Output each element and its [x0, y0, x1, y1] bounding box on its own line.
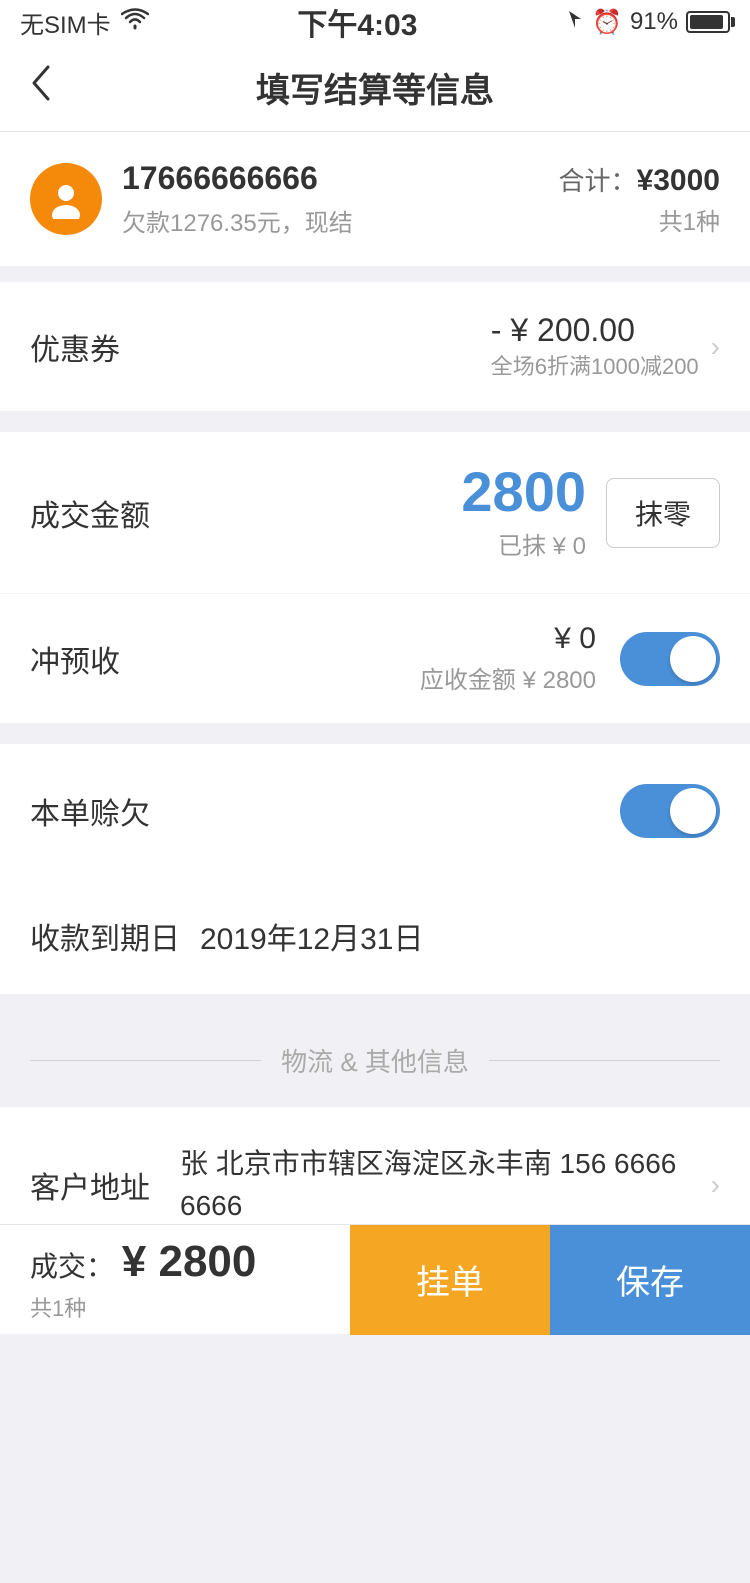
customer-left: 17666666666 欠款1276.35元，现结 — [30, 160, 353, 238]
address-value: 张 北京市市辖区海淀区永丰南 156 6666 6666 — [180, 1143, 711, 1227]
customer-debt: 欠款1276.35元，现结 — [122, 203, 353, 238]
footer-deal-label: 成交： ¥ 2800 — [30, 1237, 320, 1287]
coupon-row[interactable]: 优惠券 - ¥ 200.00 全场6折满1000减200 › — [0, 282, 750, 412]
battery-fill — [690, 15, 723, 29]
coupon-label: 优惠券 — [30, 325, 120, 369]
deal-amount-label: 成交金额 — [30, 491, 150, 535]
prepayment-amount-block: ¥ 0 应收金额 ¥ 2800 — [420, 622, 596, 695]
credit-order-toggle[interactable] — [620, 784, 720, 838]
prepayment-row: 冲预收 ¥ 0 应收金额 ¥ 2800 — [0, 594, 750, 723]
prepayment-amount: ¥ 0 — [420, 622, 596, 656]
customer-phone: 17666666666 — [122, 160, 353, 197]
customer-info: 17666666666 欠款1276.35元，现结 — [122, 160, 353, 238]
due-date-row: 收款到期日 2019年12月31日 — [0, 878, 750, 994]
credit-order-label: 本单赊欠 — [30, 789, 150, 833]
nav-bar: 填写结算等信息 — [0, 44, 750, 132]
coupon-amount: - ¥ 200.00 — [491, 312, 699, 349]
logistics-line-left — [30, 1060, 261, 1061]
customer-total: 合计：¥3000 共1种 — [559, 161, 720, 237]
toggle-knob — [670, 636, 716, 682]
total-label: 合计：¥3000 — [559, 161, 720, 198]
status-time: 下午4:03 — [297, 0, 417, 44]
address-chevron-icon: › — [711, 1169, 720, 1201]
due-date-label: 收款到期日 — [30, 914, 180, 958]
status-left: 无SIM卡 — [20, 5, 149, 40]
address-label: 客户地址 — [30, 1163, 150, 1207]
status-bar: 无SIM卡 下午4:03 ⏰ 91% — [0, 0, 750, 44]
customer-card: 17666666666 欠款1276.35元，现结 合计：¥3000 共1种 — [0, 132, 750, 266]
amount-block: 2800 已抹 ¥ 0 — [461, 464, 586, 561]
deal-amount-right: 2800 已抹 ¥ 0 抹零 — [461, 464, 720, 561]
footer-count: 共1种 — [30, 1291, 320, 1323]
battery-percent: 91% — [630, 8, 678, 36]
prepayment-right: ¥ 0 应收金额 ¥ 2800 — [420, 622, 720, 695]
section-divider-2 — [0, 723, 750, 743]
logistics-line-right — [489, 1060, 720, 1061]
total-count: 共1种 — [559, 202, 720, 237]
page-title: 填写结算等信息 — [256, 63, 494, 112]
hold-button[interactable]: 挂单 — [350, 1225, 550, 1335]
battery-icon — [686, 11, 730, 33]
prepayment-toggle[interactable] — [620, 632, 720, 686]
footer-deal-amount: ¥ 2800 — [122, 1237, 257, 1286]
coupon-details: - ¥ 200.00 全场6折满1000减200 — [491, 312, 699, 381]
footer-info: 成交： ¥ 2800 共1种 — [0, 1237, 350, 1323]
content: 17666666666 欠款1276.35元，现结 合计：¥3000 共1种 优… — [0, 132, 750, 1583]
carrier-label: 无SIM卡 — [20, 5, 111, 40]
save-button[interactable]: 保存 — [550, 1225, 750, 1335]
coupon-right: - ¥ 200.00 全场6折满1000减200 › — [491, 312, 720, 381]
status-right: ⏰ 91% — [566, 8, 730, 37]
credit-order-row: 本单赊欠 — [0, 743, 750, 878]
back-button[interactable] — [28, 63, 52, 113]
alarm-icon: ⏰ — [592, 8, 622, 37]
amount-sub: 已抹 ¥ 0 — [461, 526, 586, 561]
amount-main: 2800 — [461, 464, 586, 520]
due-date-value: 2019年12月31日 — [200, 914, 423, 958]
deal-amount-row: 成交金额 2800 已抹 ¥ 0 抹零 — [0, 432, 750, 594]
footer: 成交： ¥ 2800 共1种 挂单 保存 — [0, 1224, 750, 1334]
coupon-desc: 全场6折满1000减200 — [491, 349, 699, 381]
prepayment-label: 冲预收 — [30, 637, 120, 681]
chevron-right-icon: › — [711, 331, 720, 363]
section-divider-1 — [0, 412, 750, 432]
location-icon — [566, 8, 584, 37]
section-divider-3 — [0, 994, 750, 1014]
fuze-button[interactable]: 抹零 — [606, 478, 720, 548]
logistics-divider: 物流 & 其他信息 — [0, 1014, 750, 1107]
avatar — [30, 163, 102, 235]
credit-toggle-knob — [670, 788, 716, 834]
logistics-label: 物流 & 其他信息 — [281, 1042, 469, 1079]
wifi-icon — [121, 8, 149, 37]
prepayment-receivable: 应收金额 ¥ 2800 — [420, 660, 596, 695]
